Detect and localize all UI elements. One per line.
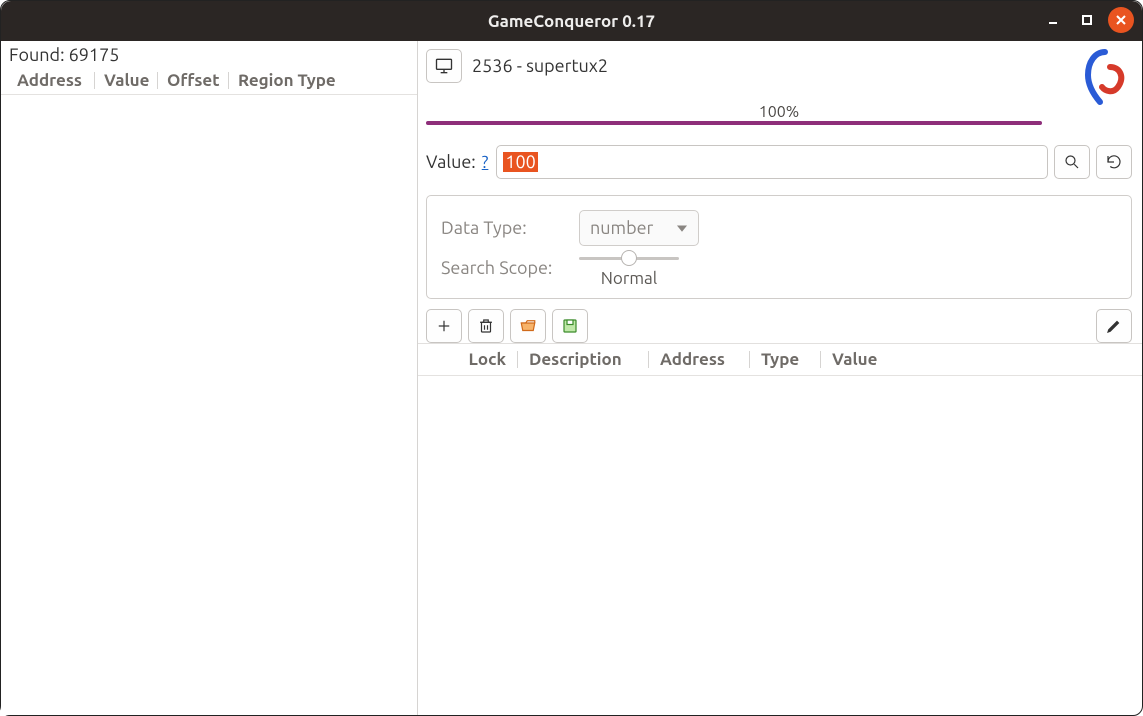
col-address2[interactable]: Address <box>654 348 744 371</box>
monitor-icon <box>434 56 454 76</box>
col-lock[interactable]: Lock <box>442 348 512 371</box>
cheat-list-header: Lock Description Address Type Value <box>418 343 1142 376</box>
select-process-button[interactable] <box>426 49 462 83</box>
col-address[interactable]: Address <box>11 69 91 92</box>
pencil-icon <box>1105 317 1123 335</box>
value-help-link[interactable]: ? <box>482 153 489 172</box>
minimize-button[interactable] <box>1040 7 1066 33</box>
cheat-list-toolbar <box>426 309 1132 343</box>
value-label: Value: <box>426 152 476 172</box>
col-value[interactable]: Value <box>98 69 154 92</box>
data-type-select[interactable]: number <box>579 210 699 246</box>
app-logo <box>1080 47 1130 111</box>
search-scope-label: Search Scope: <box>441 258 559 278</box>
folder-open-icon <box>519 317 537 335</box>
refresh-icon <box>1105 153 1123 171</box>
window-title: GameConqueror 0.17 <box>488 12 655 31</box>
save-icon <box>561 317 579 335</box>
progress-bar <box>426 121 1042 125</box>
cheat-list[interactable] <box>418 376 1142 715</box>
plus-icon <box>435 317 453 335</box>
open-button[interactable] <box>510 309 546 343</box>
search-panel: 2536 - supertux2 100% Value: ? 100 <box>418 41 1142 715</box>
search-scope-value: Normal <box>601 269 657 288</box>
scan-results-panel: Found: 69175 Address Value Offset Region… <box>1 41 418 715</box>
col-offset[interactable]: Offset <box>161 69 225 92</box>
search-scope-slider[interactable] <box>579 249 679 267</box>
search-icon <box>1063 153 1081 171</box>
window-controls <box>1040 7 1134 33</box>
maximize-button[interactable] <box>1074 7 1100 33</box>
value-input[interactable]: 100 <box>496 145 1048 179</box>
data-type-label: Data Type: <box>441 218 559 238</box>
scan-results-header: Address Value Offset Region Type <box>1 67 417 95</box>
reset-button[interactable] <box>1096 145 1132 179</box>
search-button[interactable] <box>1054 145 1090 179</box>
col-value2[interactable]: Value <box>826 348 1142 371</box>
scan-results-list[interactable] <box>1 95 417 715</box>
add-button[interactable] <box>426 309 462 343</box>
memory-editor-button[interactable] <box>1096 309 1132 343</box>
process-label: 2536 - supertux2 <box>472 56 608 76</box>
delete-button[interactable] <box>468 309 504 343</box>
title-bar: GameConqueror 0.17 <box>1 1 1142 41</box>
found-count-label: Found: 69175 <box>1 41 417 67</box>
chevron-down-icon <box>676 222 688 234</box>
col-region-type[interactable]: Region Type <box>232 69 417 92</box>
trash-icon <box>477 317 495 335</box>
col-description[interactable]: Description <box>523 348 643 371</box>
close-button[interactable] <box>1108 7 1134 33</box>
col-type[interactable]: Type <box>755 348 815 371</box>
save-button[interactable] <box>552 309 588 343</box>
search-options: Data Type: number Search Scope: Normal <box>426 195 1132 299</box>
progress-percent: 100% <box>426 103 1132 121</box>
